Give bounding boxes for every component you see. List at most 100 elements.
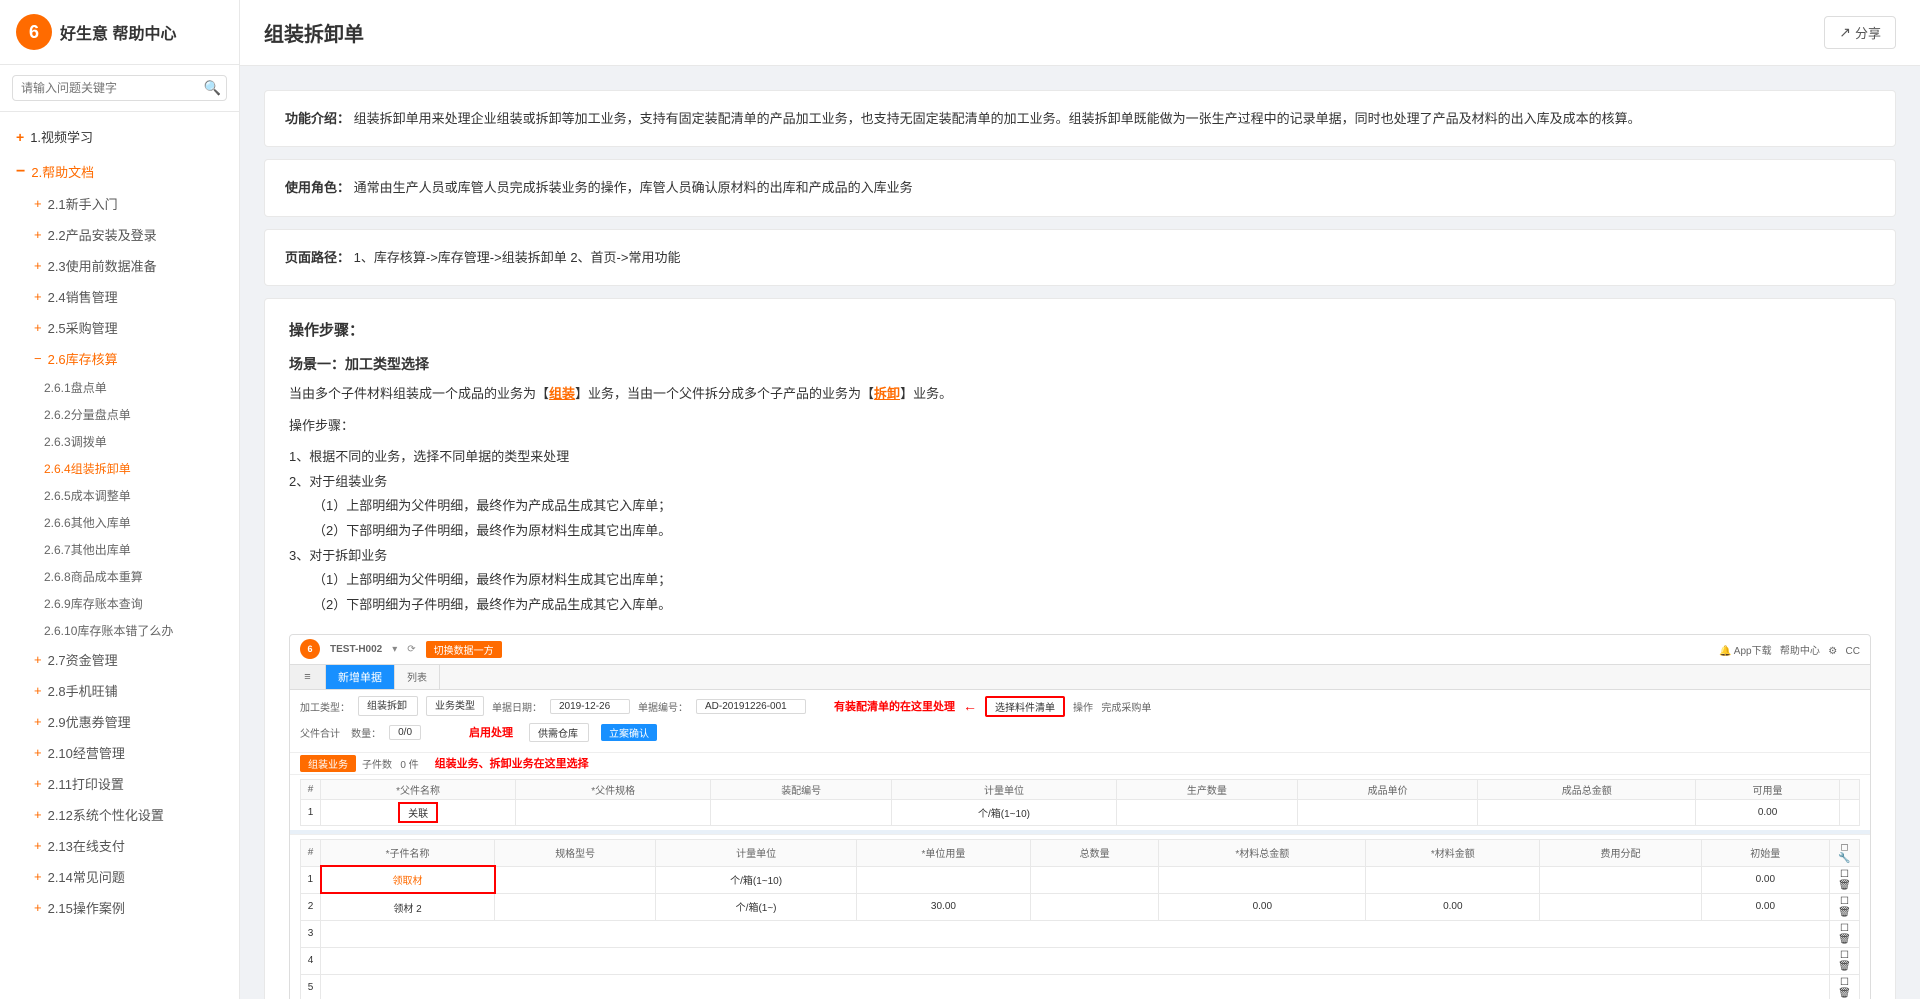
mock-btn-confirm: 立案确认	[601, 724, 657, 741]
main-article: 操作步骤： 场景一：加工类型选择 当由多个子件材料组装成一个成品的业务为【组装】…	[264, 298, 1896, 999]
mock-lower-row-4: 4 ☐ 🗑	[301, 947, 1860, 974]
sidebar-item-2-14[interactable]: + 2.14常见问题	[0, 861, 239, 892]
mock-topbar: 6 TEST-H002 ▾ ⟳ 切换数据一方 🔔 App下载 帮助中心 ⚙ CC	[290, 635, 1870, 665]
share-icon: ↗	[1839, 24, 1851, 41]
sidebar-item-2-6-8[interactable]: 2.6.8商品成本重算	[0, 563, 239, 590]
sidebar-item-2-6-4[interactable]: 2.6.4组装拆卸单	[0, 455, 239, 482]
sidebar: 6 好生意 帮助中心 🔍 + 1.视频学习 − 2.帮助文档 + 2.1新手入	[0, 0, 240, 999]
mock-input-enable: 供需仓库	[529, 723, 589, 742]
step-3-sub: （1）上部明细为父件明细，最终作为原材料生成其它出库单； （2）下部明细为子件明…	[289, 568, 1871, 617]
plus-icon-2-10: +	[34, 745, 42, 760]
plus-icon-2-7: +	[34, 652, 42, 667]
plus-icon-2-12: +	[34, 807, 42, 822]
link-zuzhuang[interactable]: 组装	[549, 386, 575, 401]
mock-form-area: 加工类型： 组装拆卸 业务类型 单据日期： 2019-12-26 单据编号： A…	[290, 690, 1870, 753]
sidebar-item-2-1[interactable]: + 2.1新手入门	[0, 188, 239, 219]
sidebar-item-2-6-7[interactable]: 2.6.7其他出库单	[0, 536, 239, 563]
plus-icon-2-15: +	[34, 900, 42, 915]
sidebar-item-video-learning[interactable]: + 1.视频学习	[0, 120, 239, 153]
mock-input-subtype: 业务类型	[426, 696, 484, 716]
annotation-2: 组装业务、拆卸业务在这里选择	[435, 755, 589, 771]
sidebar-item-2-8[interactable]: + 2.8手机旺铺	[0, 675, 239, 706]
plus-icon-2-8: +	[34, 683, 42, 698]
feature-intro-label: 功能介绍：	[285, 111, 350, 126]
sidebar-label-2-6: 2.6库存核算	[48, 349, 118, 368]
sidebar-item-2-6-9[interactable]: 2.6.9库存账本查询	[0, 590, 239, 617]
search-input[interactable]	[12, 75, 227, 101]
mock-dropdown-icon: ▾	[392, 644, 397, 655]
sidebar-label-2-8: 2.8手机旺铺	[48, 681, 118, 700]
breadcrumb-section: 页面路径： 1、库存核算->库存管理->组装拆卸单 2、首页->常用功能	[264, 229, 1896, 286]
sidebar-item-2-6-10[interactable]: 2.6.10库存账本错了么办	[0, 617, 239, 644]
sidebar-item-2-6-5[interactable]: 2.6.5成本调整单	[0, 482, 239, 509]
search-button[interactable]: 🔍	[204, 80, 221, 97]
sidebar-item-2-13[interactable]: + 2.13在线支付	[0, 830, 239, 861]
scenario1-desc: 当由多个子件材料组装成一个成品的业务为【组装】业务，当由一个父件拆分成多个子产品…	[289, 382, 1871, 405]
logo-icon: 6	[16, 14, 52, 50]
sidebar-label-2-11: 2.11打印设置	[48, 774, 124, 793]
mock-upper-table-area: # *父件名称 *父件规格 装配编号 计量单位 生产数量 成品单价 成品总金额 …	[290, 775, 1870, 830]
sidebar-item-2-15[interactable]: + 2.15操作案例	[0, 892, 239, 923]
sidebar-item-2-10[interactable]: + 2.10经营管理	[0, 737, 239, 768]
sidebar-label-2-12: 2.12系统个性化设置	[48, 805, 164, 824]
content-body: 功能介绍： 组装拆卸单用来处理企业组装或拆卸等加工业务，支持有固定装配清单的产品…	[240, 66, 1920, 999]
step-2-sub-1: （1）上部明细为父件明细，最终作为产成品生成其它入库单；	[313, 494, 1871, 519]
minus-icon-2: −	[16, 163, 25, 181]
mock-input-bom: 选择料件清单	[985, 696, 1065, 717]
role-section: 使用角色： 通常由生产人员或库管人员完成拆装业务的操作，库管人员确认原材料的出库…	[264, 159, 1896, 216]
step-2: 2、对于组装业务	[289, 470, 1871, 495]
sidebar-label-2-2: 2.2产品安装及登录	[48, 225, 157, 244]
sidebar-item-2-12[interactable]: + 2.12系统个性化设置	[0, 799, 239, 830]
step-2-sub: （1）上部明细为父件明细，最终作为产成品生成其它入库单； （2）下部明细为子件明…	[289, 494, 1871, 543]
sidebar-item-2-6-1[interactable]: 2.6.1盘点单	[0, 374, 239, 401]
sidebar-item-2-3[interactable]: + 2.3使用前数据准备	[0, 250, 239, 281]
annotation-1: 有装配清单的在这里处理	[834, 698, 955, 714]
mock-totalqty: 0/0	[389, 725, 421, 740]
feature-intro-section: 功能介绍： 组装拆卸单用来处理企业组装或拆卸等加工业务，支持有固定装配清单的产品…	[264, 90, 1896, 147]
sidebar-item-2-6-2[interactable]: 2.6.2分量盘点单	[0, 401, 239, 428]
link-chaijiong[interactable]: 拆卸	[874, 386, 900, 401]
mock-input-docno: AD-20191226-001	[696, 699, 806, 714]
mock-form-row2: 父件合计 数量： 0/0 启用处理 供需仓库 立案确认	[300, 723, 1860, 742]
sidebar-item-2-9[interactable]: + 2.9优惠券管理	[0, 706, 239, 737]
sidebar-item-help-docs[interactable]: − 2.帮助文档	[0, 155, 239, 188]
mock-label-totalqty: 父件合计 数量：	[300, 725, 381, 740]
sidebar-item-2-11[interactable]: + 2.11打印设置	[0, 768, 239, 799]
main-content: 组装拆卸单 ↗ 分享 功能介绍： 组装拆卸单用来处理企业组装或拆卸等加工业务，支…	[240, 0, 1920, 999]
mock-form-row1: 加工类型： 组装拆卸 业务类型 单据日期： 2019-12-26 单据编号： A…	[300, 696, 1860, 717]
mock-label-op: 操作 完成采购单	[1073, 699, 1151, 714]
nav-section-1: + 1.视频学习	[0, 120, 239, 153]
sidebar-label-2-13: 2.13在线支付	[48, 836, 125, 855]
plus-icon-2-2: +	[34, 227, 42, 242]
role-text: 通常由生产人员或库管人员完成拆装业务的操作，库管人员确认原材料的出库和产成品的入…	[354, 180, 913, 195]
sidebar-item-2-2[interactable]: + 2.2产品安装及登录	[0, 219, 239, 250]
arrow-1: ←	[963, 698, 977, 714]
operations-label: 操作步骤：	[289, 319, 1871, 340]
sidebar-item-2-4[interactable]: + 2.4销售管理	[0, 281, 239, 312]
sidebar-item-2-6[interactable]: − 2.6库存核算	[0, 343, 239, 374]
mock-upper-table: # *父件名称 *父件规格 装配编号 计量单位 生产数量 成品单价 成品总金额 …	[300, 779, 1860, 826]
share-button[interactable]: ↗ 分享	[1824, 16, 1896, 49]
search-wrapper: 🔍	[12, 75, 227, 101]
sidebar-logo: 6 好生意 帮助中心	[0, 0, 239, 65]
sidebar-label-2-4: 2.4销售管理	[48, 287, 118, 306]
sidebar-item-2-6-6[interactable]: 2.6.6其他入库单	[0, 509, 239, 536]
share-label: 分享	[1855, 23, 1881, 42]
plus-icon-1: +	[16, 129, 24, 145]
mock-subcount: 子件数 0 件	[362, 756, 419, 771]
main-header: 组装拆卸单 ↗ 分享	[240, 0, 1920, 66]
sidebar-label-2: 2.帮助文档	[31, 162, 94, 181]
plus-icon-2-4: +	[34, 289, 42, 304]
nav-children-2-6: 2.6.1盘点单 2.6.2分量盘点单 2.6.3调拨单 2.6.4组装拆卸单 …	[0, 374, 239, 644]
sidebar-item-2-6-3[interactable]: 2.6.3调拨单	[0, 428, 239, 455]
plus-icon-2-14: +	[34, 869, 42, 884]
mock-lower-row-3: 3 ☐ 🗑	[301, 920, 1860, 947]
page-title: 组装拆卸单	[264, 18, 364, 47]
mock-label-type: 加工类型：	[300, 699, 350, 714]
mock-company: TEST-H002	[330, 644, 382, 655]
mock-tab-list: 列表	[395, 665, 440, 689]
sidebar-item-2-5[interactable]: + 2.5采购管理	[0, 312, 239, 343]
plus-icon-2-9: +	[34, 714, 42, 729]
sidebar-item-2-7[interactable]: + 2.7资金管理	[0, 644, 239, 675]
plus-icon-2-11: +	[34, 776, 42, 791]
